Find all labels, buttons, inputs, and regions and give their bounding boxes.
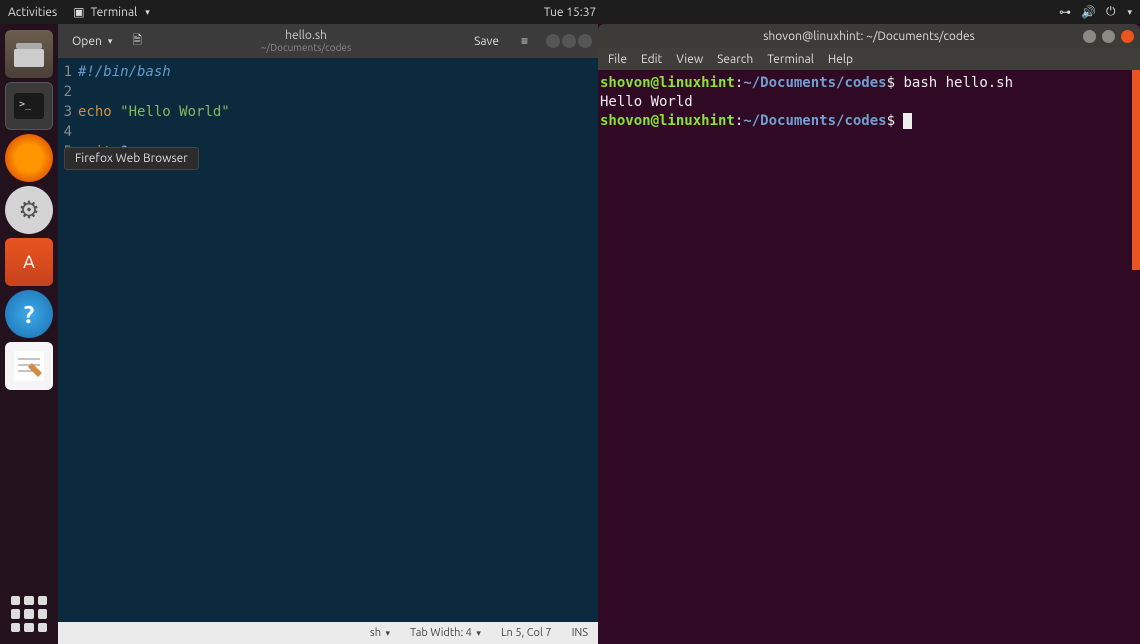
maximize-button[interactable] (562, 34, 576, 48)
terminal-menubar: File Edit View Search Terminal Help (598, 48, 1140, 70)
terminal-cursor (903, 113, 912, 129)
terminal-scrollbar[interactable] (1132, 70, 1140, 270)
gedit-title: hello.sh ~/Documents/codes (154, 29, 458, 53)
gedit-headerbar: Open ▾ 🗎 hello.sh ~/Documents/codes Save… (58, 24, 598, 58)
menu-view[interactable]: View (676, 53, 703, 66)
language-selector[interactable]: sh ▾ (370, 627, 390, 639)
filepath-label: ~/Documents/codes (154, 42, 458, 53)
chevron-down-icon: ▾ (145, 7, 150, 18)
terminal-line: Hello World (600, 93, 1138, 112)
code-editor-area[interactable]: 1#!/bin/bash 2 3echo "Hello World" 4 5ex… (58, 58, 598, 622)
menu-terminal[interactable]: Terminal (767, 53, 814, 66)
close-button[interactable] (578, 34, 592, 48)
line-number: 4 (58, 122, 78, 142)
minimize-button[interactable] (1083, 30, 1096, 43)
dock-tooltip: Firefox Web Browser (64, 147, 199, 170)
filename-label: hello.sh (154, 29, 458, 42)
app-menu[interactable]: ▣ Terminal ▾ (73, 5, 150, 19)
line-number: 1 (58, 62, 78, 82)
terminal-line: shovon@linuxhint:~/Documents/codes$ (600, 112, 1138, 131)
gear-icon: ⚙ (18, 196, 40, 224)
terminal-window: shovon@linuxhint: ~/Documents/codes File… (598, 24, 1140, 644)
code-text: echo "Hello World" (78, 102, 230, 122)
open-button[interactable]: Open ▾ (64, 32, 120, 51)
hamburger-menu-button[interactable]: ≡ (515, 31, 534, 51)
top-panel: Activities ▣ Terminal ▾ Tue 15:37 ⊶ 🔊 ⏻ … (0, 0, 1140, 24)
system-tray: ⊶ 🔊 ⏻ ▾ (1059, 5, 1132, 19)
line-number: 3 (58, 102, 78, 122)
terminal-titlebar[interactable]: shovon@linuxhint: ~/Documents/codes (598, 24, 1140, 48)
dock-item-terminal[interactable]: >_ (5, 82, 53, 130)
volume-icon[interactable]: 🔊 (1081, 5, 1096, 19)
menu-search[interactable]: Search (717, 53, 753, 66)
show-applications-button[interactable] (11, 596, 47, 632)
minimize-button[interactable] (546, 34, 560, 48)
open-button-label: Open (72, 35, 102, 48)
save-button[interactable]: Save (464, 32, 509, 51)
launcher-dock: >_ ⚙ A ? (0, 24, 58, 644)
files-icon (14, 41, 44, 67)
svg-text:>_: >_ (19, 99, 32, 110)
help-icon: ? (24, 301, 35, 328)
terminal-body[interactable]: shovon@linuxhint:~/Documents/codes$ bash… (598, 70, 1140, 644)
dock-item-firefox[interactable] (5, 134, 53, 182)
dock-item-settings[interactable]: ⚙ (5, 186, 53, 234)
network-icon[interactable]: ⊶ (1059, 5, 1071, 19)
gedit-statusbar: sh ▾ Tab Width: 4 ▾ Ln 5, Col 7 INS (58, 622, 598, 644)
maximize-button[interactable] (1102, 30, 1115, 43)
shopping-bag-icon: A (23, 252, 35, 272)
menu-file[interactable]: File (608, 53, 627, 66)
hamburger-icon: ≡ (521, 35, 528, 48)
power-icon[interactable]: ⏻ (1106, 5, 1116, 19)
terminal-title: shovon@linuxhint: ~/Documents/codes (763, 30, 975, 43)
terminal-line: shovon@linuxhint:~/Documents/codes$ bash… (600, 74, 1138, 93)
terminal-icon: ▣ (73, 5, 84, 19)
dock-item-help[interactable]: ? (5, 290, 53, 338)
menu-edit[interactable]: Edit (641, 53, 662, 66)
tabwidth-selector[interactable]: Tab Width: 4 ▾ (410, 627, 481, 639)
new-document-button[interactable]: 🗎 (126, 28, 148, 55)
cursor-position: Ln 5, Col 7 (501, 627, 552, 639)
app-menu-label: Terminal (91, 6, 138, 19)
terminal-icon: >_ (14, 93, 44, 119)
terminal-window-controls (1083, 30, 1134, 43)
new-doc-icon: 🗎 (132, 34, 142, 47)
chevron-down-icon: ▾ (108, 36, 113, 47)
dock-item-software[interactable]: A (5, 238, 53, 286)
menu-help[interactable]: Help (828, 53, 853, 66)
chevron-down-icon[interactable]: ▾ (1127, 7, 1132, 18)
gedit-window: Open ▾ 🗎 hello.sh ~/Documents/codes Save… (58, 24, 598, 644)
gedit-window-controls (546, 34, 592, 48)
activities-button[interactable]: Activities (8, 6, 57, 19)
insert-mode[interactable]: INS (572, 627, 588, 639)
dock-item-files[interactable] (5, 30, 53, 78)
dock-item-texteditor[interactable] (5, 342, 53, 390)
code-text: #!/bin/bash (78, 62, 171, 82)
line-number: 2 (58, 82, 78, 102)
notepad-icon (14, 351, 44, 381)
close-button[interactable] (1121, 30, 1134, 43)
clock[interactable]: Tue 15:37 (544, 6, 597, 19)
